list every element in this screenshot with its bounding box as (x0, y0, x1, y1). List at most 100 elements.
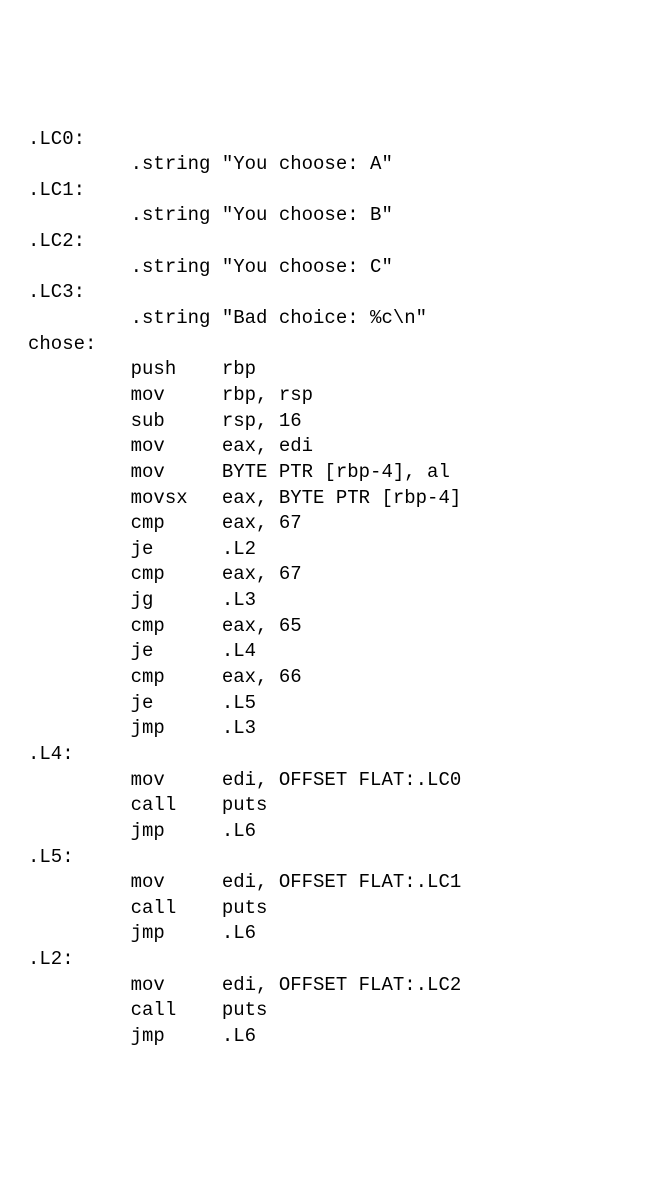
code-line: callputs (28, 998, 628, 1024)
asm-operands: .L3 (222, 717, 256, 739)
asm-mnemonic: cmp (131, 562, 222, 588)
code-line: cmpeax, 65 (28, 614, 628, 640)
asm-label: .LC1: (28, 178, 131, 204)
code-line: .string"Bad choice: %c\n" (28, 306, 628, 332)
asm-operands: eax, 65 (222, 615, 302, 637)
asm-operands: BYTE PTR [rbp-4], al (222, 461, 450, 483)
code-line: movBYTE PTR [rbp-4], al (28, 460, 628, 486)
asm-mnemonic: jmp (131, 921, 222, 947)
code-line: callputs (28, 896, 628, 922)
asm-mnemonic: cmp (131, 614, 222, 640)
code-line: moveax, edi (28, 434, 628, 460)
code-line: movedi, OFFSET FLAT:.LC1 (28, 870, 628, 896)
asm-operands: .L6 (222, 820, 256, 842)
code-line: movedi, OFFSET FLAT:.LC0 (28, 768, 628, 794)
asm-mnemonic: mov (131, 434, 222, 460)
code-line: .string"You choose: A" (28, 152, 628, 178)
asm-mnemonic: .string (131, 306, 222, 332)
asm-mnemonic: mov (131, 973, 222, 999)
asm-mnemonic: movsx (131, 486, 222, 512)
asm-label: .LC3: (28, 280, 131, 306)
asm-mnemonic: mov (131, 870, 222, 896)
asm-mnemonic: cmp (131, 511, 222, 537)
code-line: movsxeax, BYTE PTR [rbp-4] (28, 486, 628, 512)
assembly-code-block: .LC0:.string"You choose: A".LC1:.string"… (28, 127, 628, 1050)
code-line: movrbp, rsp (28, 383, 628, 409)
asm-label: chose: (28, 332, 131, 358)
asm-mnemonic: je (131, 639, 222, 665)
code-line: cmpeax, 66 (28, 665, 628, 691)
code-line: chose: (28, 332, 628, 358)
asm-mnemonic: call (131, 998, 222, 1024)
asm-operands: rbp, rsp (222, 384, 313, 406)
asm-mnemonic: jmp (131, 716, 222, 742)
asm-operands: "You choose: B" (222, 204, 393, 226)
code-line: subrsp, 16 (28, 409, 628, 435)
asm-mnemonic: jmp (131, 819, 222, 845)
asm-operands: "You choose: C" (222, 256, 393, 278)
asm-mnemonic: cmp (131, 665, 222, 691)
code-line: pushrbp (28, 357, 628, 383)
asm-operands: .L4 (222, 640, 256, 662)
code-line: cmpeax, 67 (28, 511, 628, 537)
asm-label: .L5: (28, 845, 131, 871)
code-line: .LC3: (28, 280, 628, 306)
asm-mnemonic: je (131, 537, 222, 563)
asm-mnemonic: mov (131, 383, 222, 409)
asm-operands: rsp, 16 (222, 410, 302, 432)
asm-mnemonic: .string (131, 152, 222, 178)
asm-mnemonic: je (131, 691, 222, 717)
asm-operands: eax, BYTE PTR [rbp-4] (222, 487, 461, 509)
asm-operands: eax, 67 (222, 512, 302, 534)
asm-mnemonic: call (131, 793, 222, 819)
asm-mnemonic: jg (131, 588, 222, 614)
code-line: .LC2: (28, 229, 628, 255)
asm-mnemonic: call (131, 896, 222, 922)
asm-operands: .L3 (222, 589, 256, 611)
asm-mnemonic: push (131, 357, 222, 383)
code-line: .LC1: (28, 178, 628, 204)
code-line: cmpeax, 67 (28, 562, 628, 588)
asm-mnemonic: mov (131, 768, 222, 794)
code-line: jmp.L3 (28, 716, 628, 742)
code-line: .string"You choose: C" (28, 255, 628, 281)
asm-operands: eax, edi (222, 435, 313, 457)
asm-mnemonic: jmp (131, 1024, 222, 1050)
asm-operands: "You choose: A" (222, 153, 393, 175)
code-line: je.L2 (28, 537, 628, 563)
code-line: callputs (28, 793, 628, 819)
asm-operands: "Bad choice: %c\n" (222, 307, 427, 329)
code-line: jmp.L6 (28, 1024, 628, 1050)
asm-operands: rbp (222, 358, 256, 380)
asm-operands: edi, OFFSET FLAT:.LC2 (222, 974, 461, 996)
code-line: jmp.L6 (28, 819, 628, 845)
asm-operands: edi, OFFSET FLAT:.LC1 (222, 871, 461, 893)
asm-operands: .L6 (222, 922, 256, 944)
asm-label: .LC2: (28, 229, 131, 255)
asm-label: .LC0: (28, 127, 131, 153)
asm-operands: .L2 (222, 538, 256, 560)
asm-operands: edi, OFFSET FLAT:.LC0 (222, 769, 461, 791)
code-line: movedi, OFFSET FLAT:.LC2 (28, 973, 628, 999)
asm-operands: eax, 66 (222, 666, 302, 688)
code-line: .L4: (28, 742, 628, 768)
asm-label: .L2: (28, 947, 131, 973)
code-line: .L2: (28, 947, 628, 973)
code-line: je.L5 (28, 691, 628, 717)
asm-operands: eax, 67 (222, 563, 302, 585)
code-line: jmp.L6 (28, 921, 628, 947)
asm-label: .L4: (28, 742, 131, 768)
asm-operands: .L6 (222, 1025, 256, 1047)
code-line: .LC0: (28, 127, 628, 153)
code-line: jg.L3 (28, 588, 628, 614)
asm-operands: puts (222, 999, 268, 1021)
asm-mnemonic: .string (131, 255, 222, 281)
code-line: .string"You choose: B" (28, 203, 628, 229)
code-line: je.L4 (28, 639, 628, 665)
code-line: .L5: (28, 845, 628, 871)
asm-operands: puts (222, 794, 268, 816)
asm-operands: puts (222, 897, 268, 919)
asm-mnemonic: sub (131, 409, 222, 435)
asm-mnemonic: mov (131, 460, 222, 486)
asm-mnemonic: .string (131, 203, 222, 229)
